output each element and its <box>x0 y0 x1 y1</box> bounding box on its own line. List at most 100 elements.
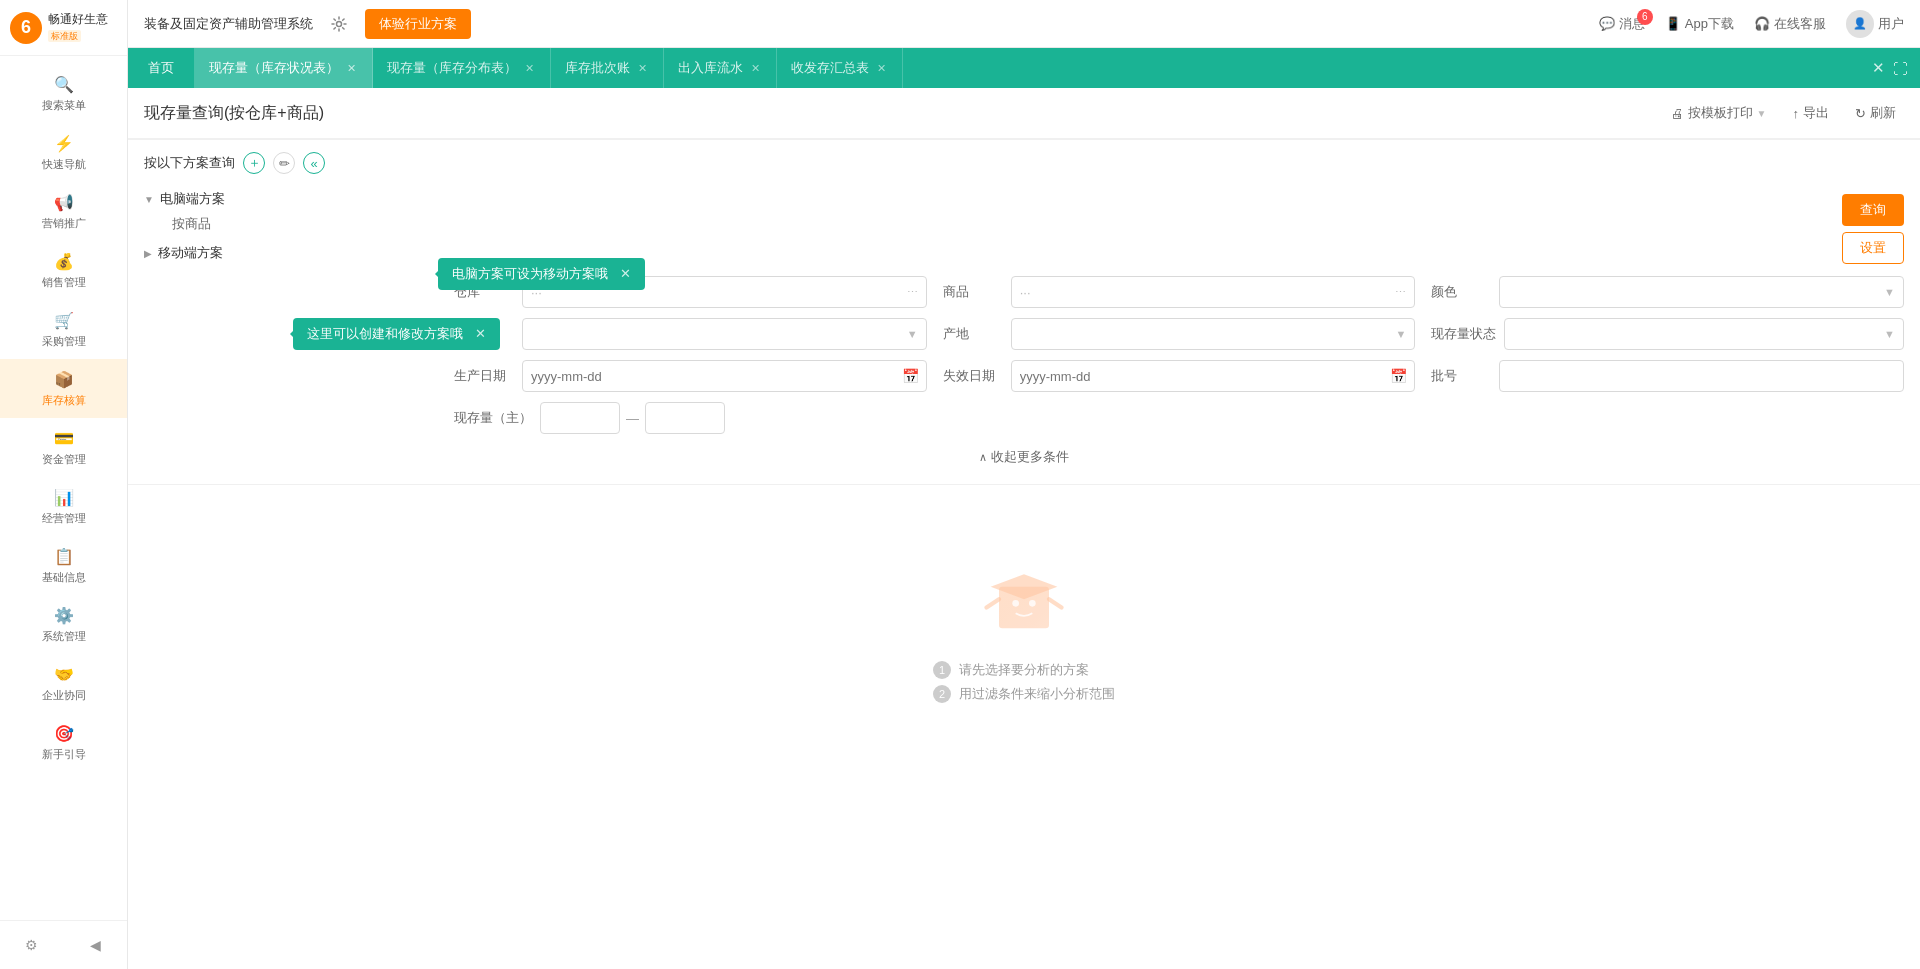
tab-fullscreen-button[interactable]: ⛶ <box>1893 60 1908 77</box>
sidebar-item-label: 搜索菜单 <box>42 98 86 113</box>
system-icon: ⚙️ <box>54 605 74 625</box>
export-button[interactable]: ↑ 导出 <box>1785 100 1838 126</box>
filter-header: 按以下方案查询 ＋ ✏ « <box>144 152 1904 174</box>
filter-field-size: 尺码 ▼ <box>454 318 927 350</box>
sidebar-item-search-menu[interactable]: 🔍 搜索菜单 <box>0 64 127 123</box>
empty-tips: 1 请先选择要分析的方案 2 用过滤条件来缩小分析范围 <box>933 661 1115 703</box>
tab-receive-send[interactable]: 收发存汇总表 ✕ <box>777 48 903 88</box>
sidebar-settings-button[interactable]: ⚙ <box>18 931 46 959</box>
tab-inventory-dist[interactable]: 现存量（库存分布表） ✕ <box>373 48 551 88</box>
sidebar-collapse-button[interactable]: ◀ <box>81 931 109 959</box>
tab-close-all-button[interactable]: ✕ <box>1872 59 1885 77</box>
tab-close-icon[interactable]: ✕ <box>875 60 888 77</box>
refresh-button[interactable]: ↻ 刷新 <box>1847 100 1904 126</box>
expiry-date-input[interactable] <box>1011 360 1416 392</box>
scheme-group-arrow-icon: ▶ <box>144 248 152 259</box>
sidebar-item-enterprise[interactable]: 🤝 企业协同 <box>0 654 127 713</box>
tip-number: 1 <box>933 661 951 679</box>
tooltip-close-button[interactable]: ✕ <box>620 266 631 281</box>
chevron-up-icon: ∧ <box>979 451 987 464</box>
tab-close-icon[interactable]: ✕ <box>523 60 536 77</box>
system-title: 装备及固定资产辅助管理系统 <box>144 15 313 33</box>
tab-label: 现存量（库存分布表） <box>387 59 517 77</box>
sidebar-item-guide[interactable]: 🎯 新手引导 <box>0 713 127 772</box>
goods-select[interactable]: ··· ⋯ <box>1011 276 1416 308</box>
filter-area: 按以下方案查询 ＋ ✏ « ▼ 电脑端方案 按商品 <box>128 140 1920 484</box>
sidebar-item-system[interactable]: ⚙️ 系统管理 <box>0 595 127 654</box>
app-logo-icon: 6 <box>10 12 42 44</box>
online-support-button[interactable]: 🎧 在线客服 <box>1754 15 1826 33</box>
sidebar-item-purchase[interactable]: 🛒 采购管理 <box>0 300 127 359</box>
filter-back-button[interactable]: « <box>303 152 325 174</box>
tab-inventory-status[interactable]: 现存量（库存状况表） ✕ <box>195 48 373 88</box>
production-date-picker[interactable]: 📅 <box>522 360 927 392</box>
setting-button[interactable]: 设置 <box>1842 232 1904 264</box>
basic-icon: 📋 <box>54 546 74 566</box>
tab-close-icon[interactable]: ✕ <box>636 60 649 77</box>
stock-qty-min-input[interactable] <box>540 402 620 434</box>
batch-no-input[interactable] <box>1499 360 1904 392</box>
message-badge: 6 <box>1637 9 1653 25</box>
expiry-date-picker[interactable]: 📅 <box>1011 360 1416 392</box>
tab-close-icon[interactable]: ✕ <box>345 60 358 77</box>
sidebar-item-operations[interactable]: 📊 经营管理 <box>0 477 127 536</box>
color-select[interactable]: ▼ <box>1499 276 1904 308</box>
app-download-label: App下载 <box>1685 15 1734 33</box>
tab-batch-account[interactable]: 库存批次账 ✕ <box>551 48 664 88</box>
size-select[interactable]: ▼ <box>522 318 927 350</box>
sidebar-item-quick-nav[interactable]: ⚡ 快速导航 <box>0 123 127 182</box>
header-right: 💬 消息 6 📱 App下载 🎧 在线客服 👤 用户 <box>1599 10 1904 38</box>
scheme-group-mobile-header[interactable]: ▶ 移动端方案 <box>144 240 1904 266</box>
tab-label: 收发存汇总表 <box>791 59 869 77</box>
inventory-icon: 📦 <box>54 369 74 389</box>
sidebar-item-marketing[interactable]: 📢 营销推广 <box>0 182 127 241</box>
page-content: 现存量查询(按仓库+商品) 🖨 按模板打印 ▼ ↑ 导出 ↻ 刷新 <box>128 88 1920 969</box>
tooltip-text: 电脑方案可设为移动方案哦 <box>452 266 608 281</box>
filter-edit-button[interactable]: ✏ <box>273 152 295 174</box>
origin-select[interactable]: ▼ <box>1011 318 1416 350</box>
filter-label: 生产日期 <box>454 367 514 385</box>
empty-tip-1: 1 请先选择要分析的方案 <box>933 661 1115 679</box>
app-download-button[interactable]: 📱 App下载 <box>1665 15 1734 33</box>
sidebar-item-label: 系统管理 <box>42 629 86 644</box>
tab-inout-flow[interactable]: 出入库流水 ✕ <box>664 48 777 88</box>
tooltip-close-button[interactable]: ✕ <box>475 326 486 341</box>
production-date-input[interactable] <box>522 360 927 392</box>
tab-close-icon[interactable]: ✕ <box>749 60 762 77</box>
search-button[interactable]: 查询 <box>1842 194 1904 226</box>
export-label: 导出 <box>1803 104 1829 122</box>
header-settings-button[interactable] <box>325 10 353 38</box>
sidebar-item-label: 企业协同 <box>42 688 86 703</box>
sidebar-item-inventory[interactable]: 📦 库存核算 <box>0 359 127 418</box>
filter-add-button[interactable]: ＋ <box>243 152 265 174</box>
refresh-icon: ↻ <box>1855 106 1866 121</box>
tab-bar: 首页 现存量（库存状况表） ✕ 现存量（库存分布表） ✕ 库存批次账 ✕ 出入库… <box>128 48 1920 88</box>
messages-button[interactable]: 💬 消息 6 <box>1599 15 1645 33</box>
stock-qty-max-input[interactable] <box>645 402 725 434</box>
sidebar-item-finance[interactable]: 💳 资金管理 <box>0 418 127 477</box>
filter-field-origin: 产地 ▼ <box>943 318 1416 350</box>
template-print-button[interactable]: 🖨 按模板打印 ▼ <box>1663 100 1775 126</box>
filter-field-stock-qty: 现存量（主） — <box>454 402 932 434</box>
app-badge: 标准版 <box>48 28 108 43</box>
tab-home[interactable]: 首页 <box>128 48 195 88</box>
stock-status-select[interactable]: ▼ <box>1504 318 1904 350</box>
sidebar-item-sales[interactable]: 💰 销售管理 <box>0 241 127 300</box>
sidebar-item-basic[interactable]: 📋 基础信息 <box>0 536 127 595</box>
purchase-icon: 🛒 <box>54 310 74 330</box>
scheme-group-arrow-icon: ▼ <box>144 194 154 205</box>
scheme-group-desktop-header[interactable]: ▼ 电脑端方案 <box>144 186 1904 212</box>
filter-row-1: 仓库 ··· ⋯ 商品 ··· ⋯ <box>144 276 1904 308</box>
message-icon: 💬 <box>1599 16 1615 31</box>
collapse-bar[interactable]: ∧ 收起更多条件 <box>144 438 1904 472</box>
tip-text: 请先选择要分析的方案 <box>959 661 1089 679</box>
scheme-group-desktop: ▼ 电脑端方案 按商品 <box>144 186 1904 236</box>
tooltip-text: 这里可以创建和修改方案哦 <box>307 326 463 341</box>
scheme-item[interactable]: 按商品 <box>164 212 1904 236</box>
filter-label: 颜色 <box>1431 283 1491 301</box>
user-menu-button[interactable]: 👤 用户 <box>1846 10 1904 38</box>
tip-text: 用过滤条件来缩小分析范围 <box>959 685 1115 703</box>
sidebar-nav: 🔍 搜索菜单 ⚡ 快速导航 📢 营销推广 💰 销售管理 🛒 采购管理 📦 库存核… <box>0 56 127 920</box>
industry-button[interactable]: 体验行业方案 <box>365 9 471 39</box>
stock-qty-range: — <box>540 402 932 434</box>
